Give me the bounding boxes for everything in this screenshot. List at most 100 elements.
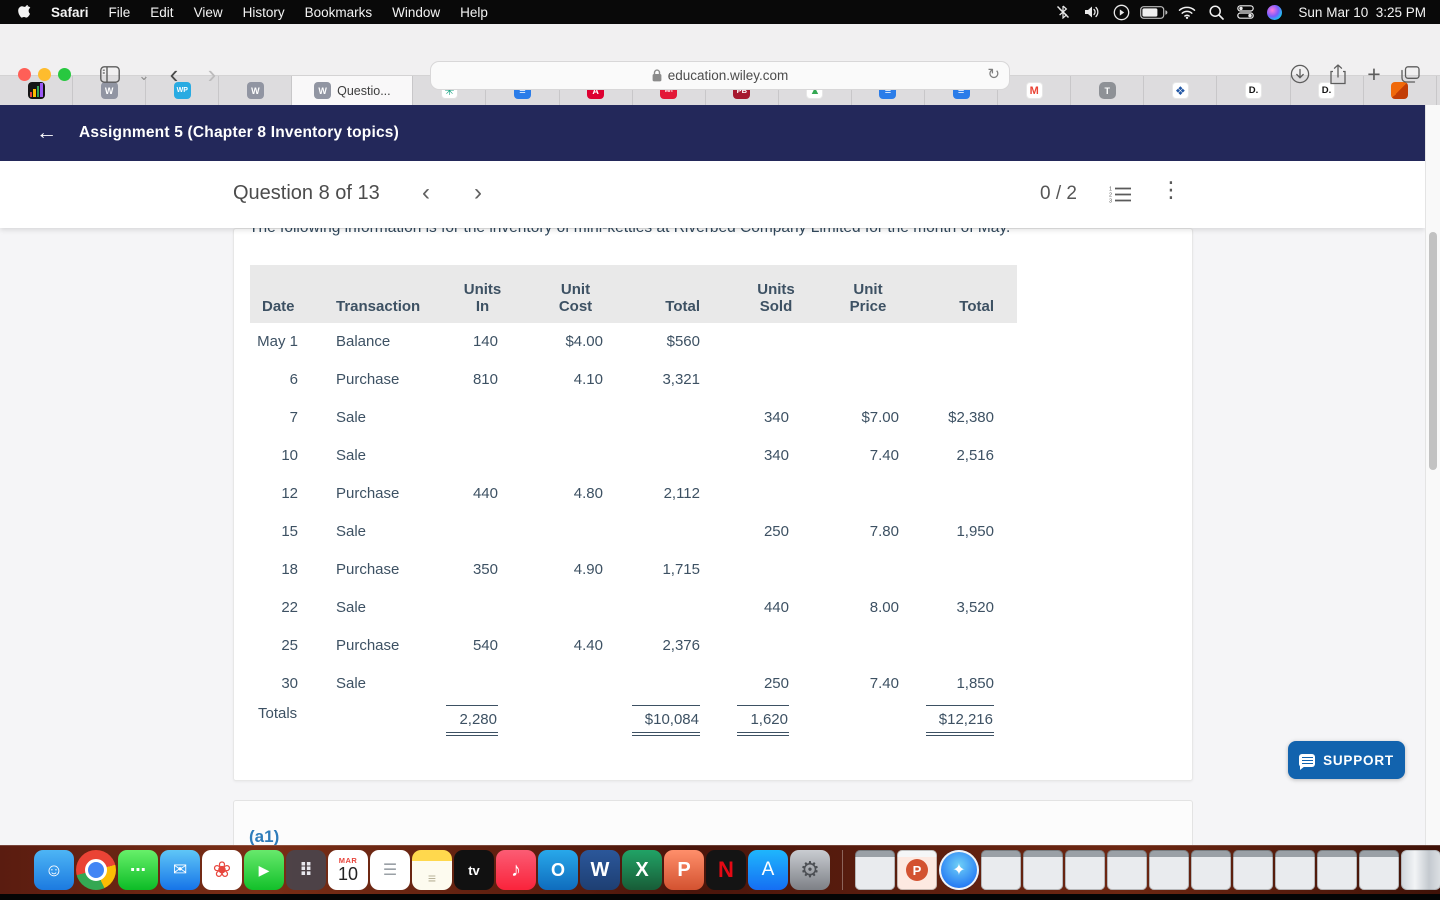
menu-help[interactable]: Help bbox=[450, 5, 498, 20]
totals-cell: $10,084 bbox=[611, 703, 708, 765]
new-tab-icon[interactable]: + bbox=[1360, 60, 1388, 88]
minimized-window-icon[interactable] bbox=[1023, 850, 1063, 890]
table-cell bbox=[907, 323, 1017, 361]
menu-bar-clock[interactable]: Sun Mar 10 3:25 PM bbox=[1298, 5, 1426, 20]
table-cell: $560 bbox=[611, 323, 708, 361]
outlook-icon[interactable]: O bbox=[538, 850, 578, 890]
assignment-title: Assignment 5 (Chapter 8 Inventory topics… bbox=[79, 124, 399, 142]
back-arrow-icon[interactable]: ← bbox=[36, 123, 57, 143]
notes-icon[interactable]: ≡ bbox=[412, 850, 452, 890]
excel-icon[interactable]: X bbox=[622, 850, 662, 890]
appletv-icon[interactable]: tv bbox=[454, 850, 494, 890]
next-question-button[interactable]: › bbox=[474, 179, 482, 207]
appstore-icon[interactable]: A bbox=[748, 850, 788, 890]
play-circle-icon[interactable] bbox=[1110, 1, 1132, 23]
zoom-window-button[interactable] bbox=[58, 68, 71, 81]
minimized-window-icon[interactable] bbox=[1149, 850, 1189, 890]
chrome-icon[interactable] bbox=[76, 850, 116, 890]
table-cell bbox=[506, 399, 611, 437]
reminders-icon[interactable]: ☰ bbox=[370, 850, 410, 890]
safari-dock-icon[interactable]: ✦ bbox=[939, 850, 979, 890]
bluetooth-off-icon[interactable] bbox=[1052, 1, 1074, 23]
active-tab-label: Questio... bbox=[337, 84, 391, 98]
menu-file[interactable]: File bbox=[99, 5, 141, 20]
wifi-icon[interactable] bbox=[1176, 1, 1198, 23]
url-field[interactable]: education.wiley.com ↻ bbox=[430, 61, 1010, 90]
messages-icon[interactable]: ⋯ bbox=[118, 850, 158, 890]
photos-icon[interactable]: ❀ bbox=[202, 850, 242, 890]
sidebar-chevron-down-icon[interactable]: ⌄ bbox=[130, 62, 158, 90]
powerpoint-icon[interactable]: P bbox=[664, 850, 704, 890]
minimized-window-icon[interactable] bbox=[1233, 850, 1273, 890]
minimized-window-icon[interactable] bbox=[1107, 850, 1147, 890]
menu-bookmarks[interactable]: Bookmarks bbox=[295, 5, 383, 20]
netflix-icon[interactable]: N bbox=[706, 850, 746, 890]
safari-toolbar: ⌄ ‹ › education.wiley.com ↻ + bbox=[0, 24, 1440, 76]
tab-overview-icon[interactable] bbox=[1396, 60, 1424, 88]
table-cell: 18 bbox=[250, 551, 306, 589]
table-cell: 4.90 bbox=[506, 551, 611, 589]
minimized-window-icon[interactable] bbox=[1191, 850, 1231, 890]
question-list-icon[interactable]: 123 bbox=[1108, 185, 1132, 204]
minimized-window-icon[interactable] bbox=[1065, 850, 1105, 890]
control-center-icon[interactable] bbox=[1234, 1, 1256, 23]
share-icon[interactable] bbox=[1324, 60, 1352, 88]
back-button[interactable]: ‹ bbox=[160, 60, 188, 88]
search-icon[interactable] bbox=[1205, 1, 1227, 23]
calendar-icon[interactable]: MAR10 bbox=[328, 850, 368, 890]
downloads-icon[interactable] bbox=[1286, 60, 1314, 88]
minimized-window-icon[interactable] bbox=[1275, 850, 1315, 890]
battery-icon[interactable] bbox=[1139, 1, 1169, 23]
siri-icon[interactable] bbox=[1263, 1, 1285, 23]
table-cell: Purchase bbox=[306, 551, 431, 589]
tab-question-active[interactable]: WQuestio... bbox=[292, 76, 413, 105]
minimized-window-icon[interactable] bbox=[1359, 850, 1399, 890]
minimized-powerpoint-icon[interactable]: P bbox=[897, 850, 937, 890]
launchpad-icon[interactable]: ⠿ bbox=[286, 850, 326, 890]
forward-button[interactable]: › bbox=[198, 60, 226, 88]
table-cell: 250 bbox=[708, 513, 797, 551]
totals-cell: 1,620 bbox=[708, 703, 797, 765]
menu-safari[interactable]: Safari bbox=[41, 5, 99, 20]
mail-icon[interactable]: ✉ bbox=[160, 850, 200, 890]
table-cell bbox=[611, 665, 708, 703]
tab-diamond[interactable]: ❖ bbox=[1144, 76, 1217, 105]
table-cell: Sale bbox=[306, 437, 431, 475]
finder-icon[interactable]: ☺ bbox=[34, 850, 74, 890]
volume-icon[interactable] bbox=[1081, 1, 1103, 23]
table-cell bbox=[708, 475, 797, 513]
tab-t[interactable]: T bbox=[1071, 76, 1144, 105]
part-a1-link[interactable]: (a1) bbox=[249, 827, 279, 847]
apple-menu-icon[interactable] bbox=[18, 5, 31, 20]
table-cell: 140 bbox=[431, 323, 506, 361]
menu-edit[interactable]: Edit bbox=[140, 5, 183, 20]
menu-view[interactable]: View bbox=[184, 5, 233, 20]
menu-items: SafariFileEditViewHistoryBookmarksWindow… bbox=[41, 5, 498, 20]
word-icon[interactable]: W bbox=[580, 850, 620, 890]
lock-icon bbox=[652, 69, 662, 82]
trash-icon[interactable] bbox=[1401, 850, 1440, 890]
menu-bar-status: Sun Mar 10 3:25 PM bbox=[1052, 1, 1440, 23]
support-button[interactable]: SUPPORT bbox=[1288, 741, 1405, 779]
minimized-window-icon[interactable] bbox=[855, 850, 895, 890]
sidebar-icon[interactable] bbox=[96, 60, 124, 88]
close-window-button[interactable] bbox=[18, 68, 31, 81]
dock: ☺⋯✉❀▶⠿MAR10☰≡tv♪OWXPNA⚙P✦ bbox=[0, 845, 1440, 894]
tab-wiley-2[interactable]: W bbox=[219, 76, 292, 105]
tab-d-1[interactable]: D. bbox=[1217, 76, 1290, 105]
menu-history[interactable]: History bbox=[233, 5, 295, 20]
table-cell bbox=[797, 475, 907, 513]
prev-question-button[interactable]: ‹ bbox=[422, 179, 430, 207]
question-score: 0 / 2 bbox=[1040, 183, 1077, 205]
menu-window[interactable]: Window bbox=[382, 5, 450, 20]
facetime-icon[interactable]: ▶ bbox=[244, 850, 284, 890]
scrollbar-thumb[interactable] bbox=[1429, 232, 1437, 470]
minimized-window-icon[interactable] bbox=[1317, 850, 1357, 890]
settings-icon[interactable]: ⚙ bbox=[790, 850, 830, 890]
reload-icon[interactable]: ↻ bbox=[987, 65, 1000, 83]
minimized-window-icon[interactable] bbox=[981, 850, 1021, 890]
minimize-window-button[interactable] bbox=[38, 68, 51, 81]
music-icon[interactable]: ♪ bbox=[496, 850, 536, 890]
kebab-menu-icon[interactable]: ⋮ bbox=[1160, 177, 1182, 203]
table-cell: 4.80 bbox=[506, 475, 611, 513]
